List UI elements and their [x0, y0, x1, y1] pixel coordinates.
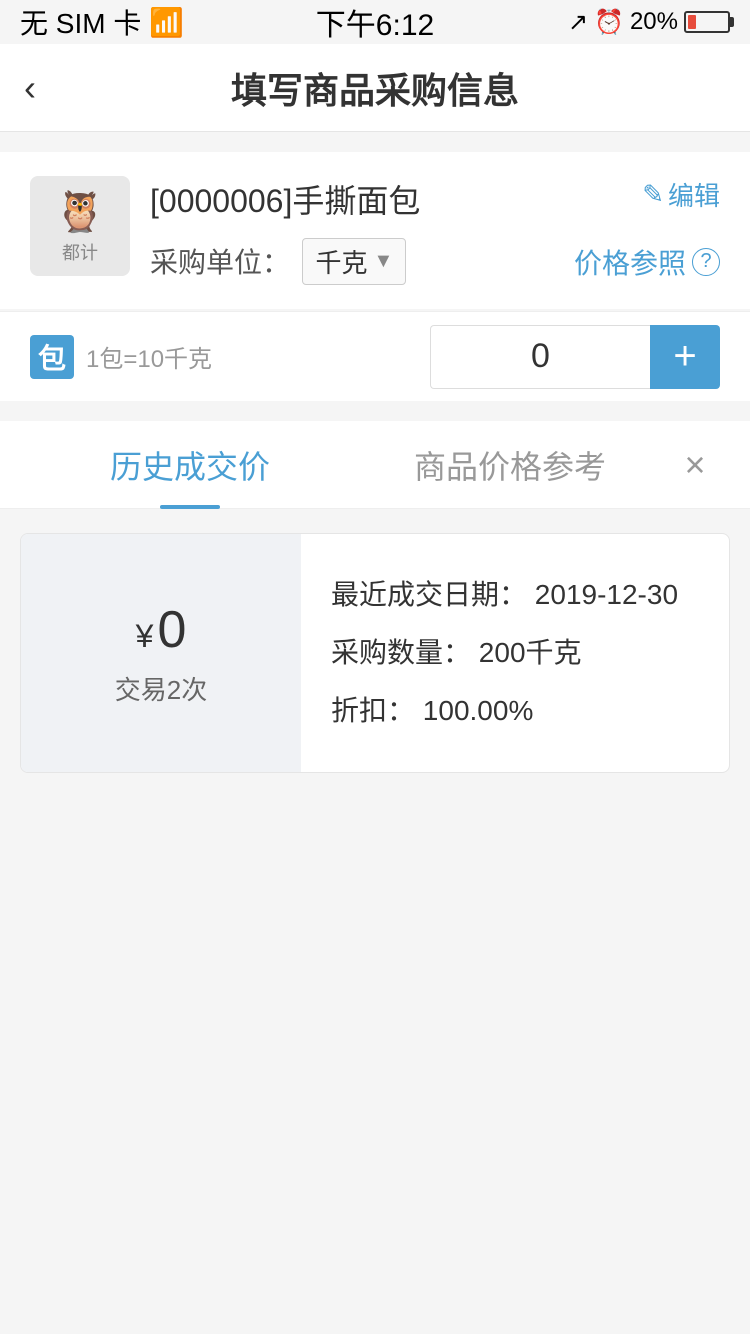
status-left: 无 SIM 卡 📶 — [20, 2, 184, 42]
status-right: ↗ ⏰ 20% — [568, 8, 730, 37]
product-thumbnail: 🦉 都计 — [30, 176, 130, 276]
edit-button[interactable]: ✎ 编辑 — [642, 176, 720, 213]
history-trade-count: 交易2次 — [115, 670, 207, 707]
history-price-value: ¥ 0 — [136, 600, 187, 660]
tab-history-price-label: 历史成交价 — [110, 442, 270, 488]
recent-date-value: 2019-12-30 — [535, 579, 678, 610]
status-bar: 无 SIM 卡 📶 下午6:12 ↗ ⏰ 20% — [0, 0, 750, 44]
quantity-label: 采购数量： — [331, 637, 471, 668]
currency-symbol: ¥ — [136, 618, 154, 655]
unit-dropdown-icon: ▼ — [373, 250, 393, 273]
price-ref-help-icon: ? — [692, 248, 720, 276]
product-thumb-sub: 都计 — [62, 239, 98, 265]
wifi-icon: 📶 — [149, 6, 184, 39]
price-number: 0 — [157, 600, 186, 660]
quantity-input[interactable]: 0 — [430, 325, 650, 389]
bottom-area — [0, 797, 750, 1297]
page-title: 填写商品采购信息 — [231, 62, 519, 114]
history-details-section: 最近成交日期： 2019-12-30 采购数量： 200千克 折扣： 100.0… — [301, 534, 729, 772]
product-header: [0000006]手撕面包 ✎ 编辑 — [150, 176, 720, 222]
product-card: 🦉 都计 [0000006]手撕面包 ✎ 编辑 采购单位： 千克 ▼ 价格参照 … — [0, 152, 750, 309]
tabs-container: 历史成交价 商品价格参考 × — [0, 421, 750, 509]
quantity-row: 包 1包=10千克 0 + — [0, 311, 750, 401]
history-card: ¥ 0 交易2次 最近成交日期： 2019-12-30 采购数量： 200千克 … — [20, 533, 730, 773]
tab-history-price[interactable]: 历史成交价 — [30, 421, 350, 509]
history-quantity: 采购数量： 200千克 — [331, 632, 699, 674]
tab-product-price-ref[interactable]: 商品价格参考 — [350, 421, 670, 509]
product-info: [0000006]手撕面包 ✎ 编辑 采购单位： 千克 ▼ 价格参照 ? — [150, 176, 720, 285]
battery-icon — [684, 11, 730, 33]
unit-select-box[interactable]: 千克 ▼ — [302, 238, 406, 285]
product-name: [0000006]手撕面包 — [150, 176, 420, 222]
unit-selector[interactable]: 采购单位： 千克 ▼ — [150, 238, 406, 285]
battery-percent: 20% — [630, 8, 678, 36]
nav-bar: ‹ 填写商品采购信息 — [0, 44, 750, 132]
back-button[interactable]: ‹ — [24, 67, 36, 109]
discount-value: 100.00% — [423, 695, 534, 726]
unit-label: 采购单位： — [150, 247, 290, 278]
discount-label: 折扣： — [331, 695, 415, 726]
status-time: 下午6:12 — [316, 0, 434, 44]
location-icon: ↗ — [568, 8, 588, 37]
product-unit-row: 采购单位： 千克 ▼ 价格参照 ? — [150, 238, 720, 285]
alarm-icon: ⏰ — [594, 8, 624, 37]
history-discount: 折扣： 100.00% — [331, 690, 699, 732]
history-recent-date: 最近成交日期： 2019-12-30 — [331, 574, 699, 616]
battery-fill — [688, 15, 696, 29]
tabs-close-button[interactable]: × — [670, 440, 720, 490]
quantity-unit-box: 包 — [30, 335, 74, 379]
product-thumb-icon: 🦉 — [55, 188, 105, 235]
tab-product-price-ref-label: 商品价格参考 — [414, 442, 606, 488]
quantity-left: 包 1包=10千克 — [30, 335, 212, 379]
quantity-right: 0 + — [430, 325, 720, 389]
edit-label: 编辑 — [668, 176, 720, 213]
unit-value: 千克 — [315, 243, 367, 280]
carrier-text: 无 SIM 卡 — [20, 2, 141, 42]
history-price-section: ¥ 0 交易2次 — [21, 534, 301, 772]
recent-date-label: 最近成交日期： — [331, 579, 527, 610]
quantity-plus-button[interactable]: + — [650, 325, 720, 389]
edit-icon: ✎ — [642, 179, 664, 210]
quantity-value: 200千克 — [479, 637, 582, 668]
quantity-unit-sub: 1包=10千克 — [86, 339, 212, 374]
price-reference-button[interactable]: 价格参照 ? — [574, 242, 720, 282]
price-ref-label: 价格参照 — [574, 242, 686, 282]
